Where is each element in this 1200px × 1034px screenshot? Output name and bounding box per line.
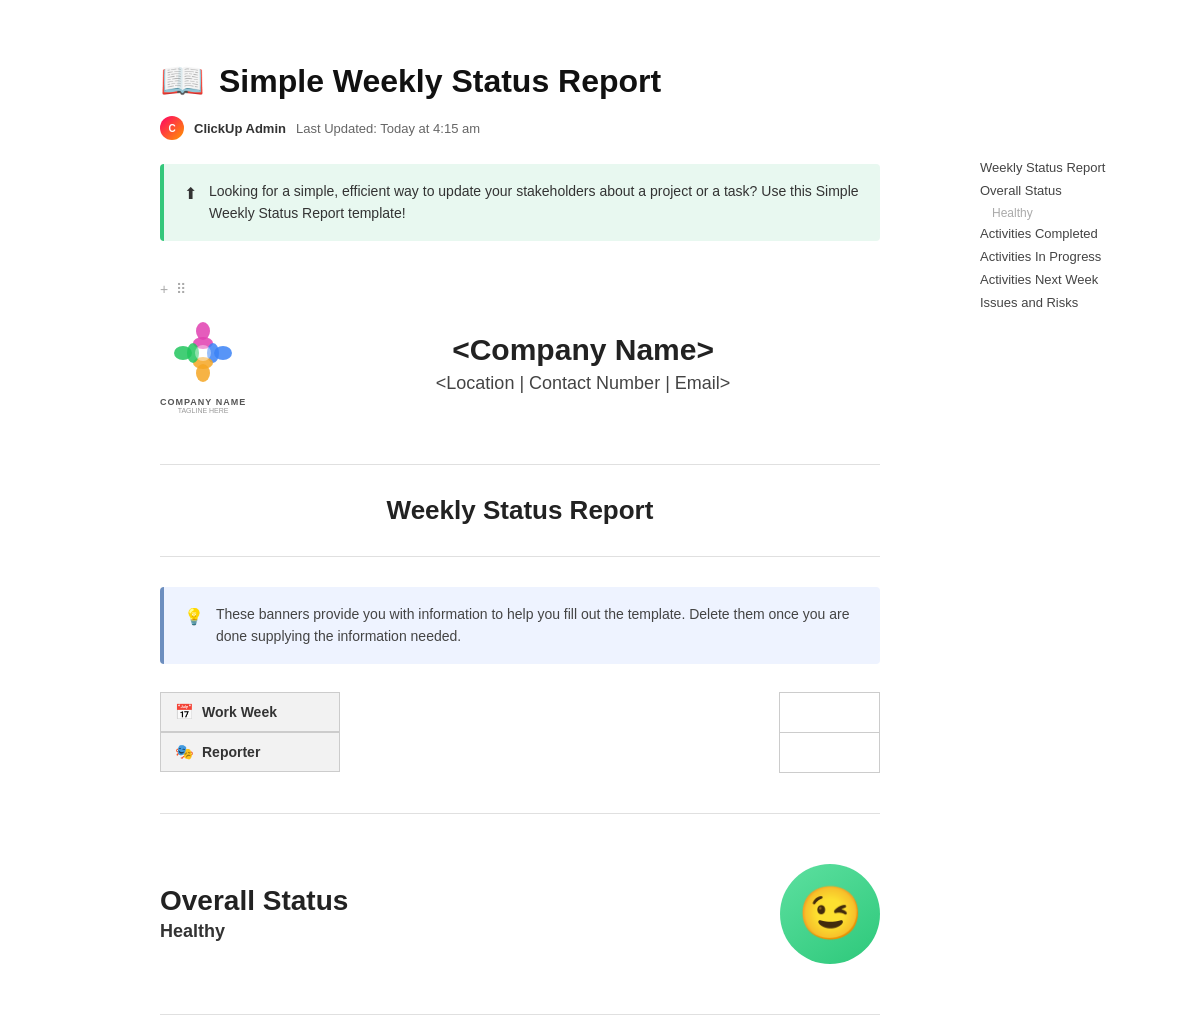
company-info: <Company Name> <Location | Contact Numbe… (286, 333, 880, 394)
divider-2 (160, 556, 880, 557)
sidebar-item-activities-next-week[interactable]: Activities Next Week (980, 272, 1140, 287)
info-banner-green-text: Looking for a simple, efficient way to u… (209, 180, 860, 225)
bulb-icon: 💡 (184, 604, 204, 630)
meta-row: C ClickUp Admin Last Updated: Today at 4… (160, 116, 880, 140)
sidebar-item-activities-completed[interactable]: Activities Completed (980, 226, 1140, 241)
info-banner-green: ⬆ Looking for a simple, efficient way to… (160, 164, 880, 241)
reporter-icon: 🎭 (175, 743, 194, 761)
company-contact: <Location | Contact Number | Email> (286, 373, 880, 394)
overall-status-value: Healthy (160, 921, 780, 942)
work-week-text: Work Week (202, 704, 277, 720)
grid-icon[interactable]: ⠿ (176, 281, 186, 297)
calendar-icon: 📅 (175, 703, 194, 721)
overall-status-section: Overall Status Healthy 😉 (160, 844, 880, 984)
work-week-label: 📅 Work Week (175, 703, 277, 721)
overall-status-text: Overall Status Healthy (160, 885, 780, 942)
divider-3 (160, 813, 880, 814)
smiley-icon: 😉 (780, 864, 880, 964)
sidebar: Weekly Status Report Overall Status Heal… (960, 0, 1160, 1034)
page-title: Simple Weekly Status Report (219, 63, 661, 100)
page-title-row: 📖 Simple Weekly Status Report (160, 60, 880, 102)
company-name-text: COMPANY NAME (160, 397, 246, 407)
company-logo-container: COMPANY NAME TAGLINE HERE (160, 313, 246, 414)
info-banner-blue: 💡 These banners provide you with informa… (160, 587, 880, 664)
weekly-status-title: Weekly Status Report (160, 495, 880, 526)
reporter-text: Reporter (202, 744, 260, 760)
svg-point-8 (195, 345, 211, 361)
info-table: 📅 Work Week 🎭 Reporter (160, 692, 880, 773)
sidebar-item-overall-status[interactable]: Overall Status (980, 183, 1140, 198)
divider-4 (160, 1014, 880, 1015)
avatar: C (160, 116, 184, 140)
overall-status-title: Overall Status (160, 885, 780, 917)
info-banner-blue-text: These banners provide you with informati… (216, 603, 860, 648)
company-logo (163, 313, 243, 393)
table-row: 📅 Work Week (160, 692, 880, 732)
upload-icon: ⬆ (184, 181, 197, 207)
reporter-label: 🎭 Reporter (175, 743, 260, 761)
last-updated: Last Updated: Today at 4:15 am (296, 121, 480, 136)
plus-icon[interactable]: + (160, 281, 168, 297)
company-name: <Company Name> (286, 333, 880, 367)
company-tagline: TAGLINE HERE (178, 407, 229, 414)
sidebar-item-activities-in-progress[interactable]: Activities In Progress (980, 249, 1140, 264)
divider-1 (160, 464, 880, 465)
meta-author: ClickUp Admin (194, 121, 286, 136)
title-icon: 📖 (160, 60, 205, 102)
sidebar-subitem-healthy[interactable]: Healthy (992, 206, 1140, 220)
sidebar-item-issues-risks[interactable]: Issues and Risks (980, 295, 1140, 310)
table-row: 🎭 Reporter (160, 732, 880, 772)
work-week-value[interactable] (780, 692, 880, 732)
company-section: COMPANY NAME TAGLINE HERE <Company Name>… (160, 313, 880, 424)
reporter-value[interactable] (780, 732, 880, 772)
main-content: 📖 Simple Weekly Status Report C ClickUp … (0, 0, 960, 1034)
add-row: + ⠿ (160, 281, 880, 297)
sidebar-item-weekly-status[interactable]: Weekly Status Report (980, 160, 1140, 175)
